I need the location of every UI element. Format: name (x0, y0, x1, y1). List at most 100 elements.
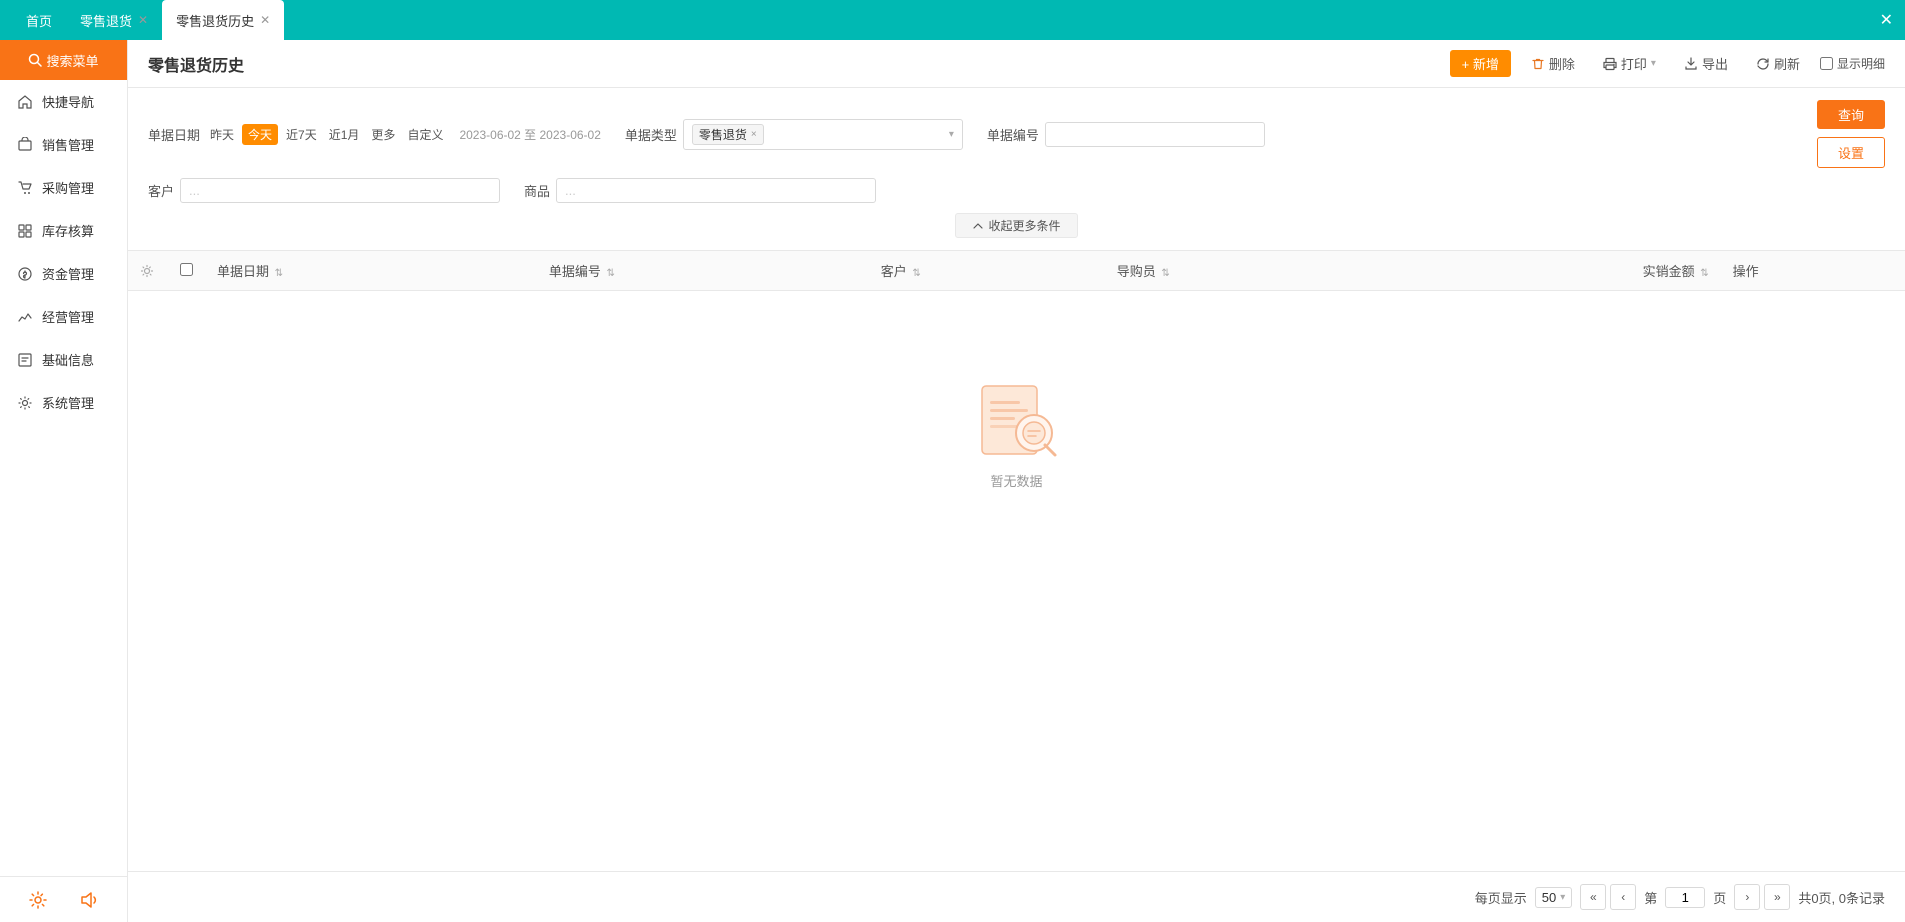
customer-input[interactable]: ... (180, 178, 500, 203)
next-page-button[interactable]: › (1734, 884, 1760, 910)
th-doc-no-label: 单据编号 (549, 264, 601, 279)
th-customer-label: 客户 (881, 264, 907, 279)
refresh-icon (1756, 57, 1770, 71)
tab-retail-return-history[interactable]: 零售退货历史 ✕ (162, 0, 284, 40)
sidebar-search-label: 搜索菜单 (46, 51, 98, 70)
new-button[interactable]: + 新增 (1450, 50, 1511, 77)
sidebar-item-basic-info[interactable]: 基础信息 (0, 338, 127, 381)
tab-retail-return[interactable]: 零售退货 ✕ (66, 0, 162, 40)
doc-type-tag: 零售退货 × (692, 124, 764, 145)
page-nav: « ‹ 第 1 页 › » (1580, 884, 1790, 910)
th-guide[interactable]: 导购员 ⇅ (1105, 251, 1389, 291)
collapse-label: 收起更多条件 (988, 217, 1060, 234)
prev-page-button[interactable]: ‹ (1610, 884, 1636, 910)
page-label: 第 (1644, 888, 1657, 907)
doc-type-select[interactable]: 零售退货 × ▾ (683, 119, 963, 150)
export-button[interactable]: 导出 (1676, 50, 1736, 77)
delete-label: 删除 (1549, 54, 1575, 73)
customer-label: 客户 (148, 181, 174, 200)
sidebar-item-quick-nav-label: 快捷导航 (42, 92, 94, 111)
settings-query-button[interactable]: 设置 (1817, 137, 1885, 168)
th-settings[interactable] (128, 251, 168, 291)
th-action-label: 操作 (1733, 264, 1759, 279)
operations-icon (16, 308, 34, 326)
doc-type-dropdown-icon: ▾ (949, 129, 954, 140)
pagination: 每页显示 50 ▾ « ‹ 第 1 页 › » 共0页, 0条记录 (128, 871, 1905, 922)
table-body: 暂无数据 (128, 291, 1905, 571)
page-number-input[interactable]: 1 (1665, 887, 1705, 908)
date-btn-more[interactable]: 更多 (367, 125, 399, 144)
filter-row-2: 客户 ... 商品 ... (148, 178, 1885, 203)
sort-doc-date-icon: ⇅ (275, 268, 283, 279)
sidebar-item-operations[interactable]: 经营管理 (0, 295, 127, 338)
date-btn-7days[interactable]: 近7天 (282, 125, 321, 144)
sidebar-item-operations-label: 经营管理 (42, 307, 94, 326)
th-doc-date[interactable]: 单据日期 ⇅ (205, 251, 537, 291)
sidebar-item-sales-mgmt[interactable]: 销售管理 (0, 123, 127, 166)
speaker-icon[interactable] (79, 889, 99, 910)
doc-type-tag-text: 零售退货 (699, 126, 747, 143)
doc-no-input[interactable] (1045, 122, 1265, 147)
sales-icon (16, 136, 34, 154)
th-amount[interactable]: 实销金额 ⇅ (1389, 251, 1721, 291)
refresh-button[interactable]: 刷新 (1748, 50, 1808, 77)
first-page-button[interactable]: « (1580, 884, 1606, 910)
empty-illustration (962, 371, 1072, 471)
toolbar: + 新增 删除 打印 ▾ 导出 刷新 (1450, 50, 1885, 77)
sidebar-item-finance-label: 资金管理 (42, 264, 94, 283)
sidebar-item-purchase-mgmt[interactable]: 采购管理 (0, 166, 127, 209)
show-detail-input[interactable] (1820, 57, 1833, 70)
empty-state-cell: 暂无数据 (128, 291, 1905, 571)
data-table: 单据日期 ⇅ 单据编号 ⇅ 客户 ⇅ 导购员 ⇅ (128, 251, 1905, 570)
top-bar: 首页 零售退货 ✕ 零售退货历史 ✕ ✕ (0, 0, 1905, 40)
query-button[interactable]: 查询 (1817, 100, 1885, 129)
th-action: 操作 (1721, 251, 1905, 291)
tab-retail-return-history-close[interactable]: ✕ (260, 13, 270, 27)
tab-retail-return-history-label: 零售退货历史 (176, 11, 254, 30)
collapse-bar: 收起更多条件 (148, 213, 1885, 238)
page-size-value: 50 (1542, 890, 1556, 905)
date-btn-1month[interactable]: 近1月 (325, 125, 364, 144)
sort-customer-icon: ⇅ (912, 268, 920, 279)
sidebar-item-finance[interactable]: 资金管理 (0, 252, 127, 295)
th-customer[interactable]: 客户 ⇅ (869, 251, 1105, 291)
date-btn-yesterday[interactable]: 昨天 (206, 125, 238, 144)
tab-home-label: 首页 (26, 11, 52, 30)
date-btn-today[interactable]: 今天 (242, 124, 278, 145)
date-range-display: 2023-06-02 至 2023-06-02 (459, 126, 600, 143)
sidebar-search[interactable]: 搜索菜单 (0, 40, 127, 80)
tab-retail-return-close[interactable]: ✕ (138, 13, 148, 27)
select-all-checkbox[interactable] (180, 263, 193, 276)
doc-type-tag-close[interactable]: × (751, 129, 757, 140)
search-icon (28, 53, 42, 67)
print-button[interactable]: 打印 ▾ (1595, 50, 1664, 77)
date-btn-custom[interactable]: 自定义 (403, 125, 447, 144)
gear-bottom-icon[interactable] (28, 889, 48, 910)
last-page-button[interactable]: » (1764, 884, 1790, 910)
delete-icon (1531, 57, 1545, 71)
sidebar-item-sys-mgmt[interactable]: 系统管理 (0, 381, 127, 424)
th-doc-date-label: 单据日期 (217, 264, 269, 279)
delete-button[interactable]: 删除 (1523, 50, 1583, 77)
doc-type-label: 单据类型 (625, 125, 677, 144)
sidebar-item-inventory[interactable]: 库存核算 (0, 209, 127, 252)
date-filter: 单据日期 昨天 今天 近7天 近1月 更多 自定义 2023-06-02 至 2… (148, 124, 601, 145)
sidebar-item-basic-info-label: 基础信息 (42, 350, 94, 369)
sidebar-item-quick-nav[interactable]: 快捷导航 (0, 80, 127, 123)
finance-icon (16, 265, 34, 283)
refresh-label: 刷新 (1774, 54, 1800, 73)
show-detail-label: 显示明细 (1837, 55, 1885, 72)
window-close-button[interactable]: ✕ (1880, 10, 1893, 30)
sort-doc-no-icon: ⇅ (607, 268, 615, 279)
page-size-select[interactable]: 50 ▾ (1535, 887, 1573, 908)
goods-label: 商品 (524, 181, 550, 200)
goods-input[interactable]: ... (556, 178, 876, 203)
sort-guide-icon: ⇅ (1161, 268, 1169, 279)
sort-amount-icon: ⇅ (1700, 268, 1708, 279)
collapse-button[interactable]: 收起更多条件 (955, 213, 1077, 238)
tab-home[interactable]: 首页 (12, 0, 66, 40)
th-doc-no[interactable]: 单据编号 ⇅ (537, 251, 869, 291)
th-checkbox[interactable] (168, 251, 205, 291)
show-detail-checkbox[interactable]: 显示明细 (1820, 55, 1885, 72)
settings-col-icon (140, 264, 154, 278)
